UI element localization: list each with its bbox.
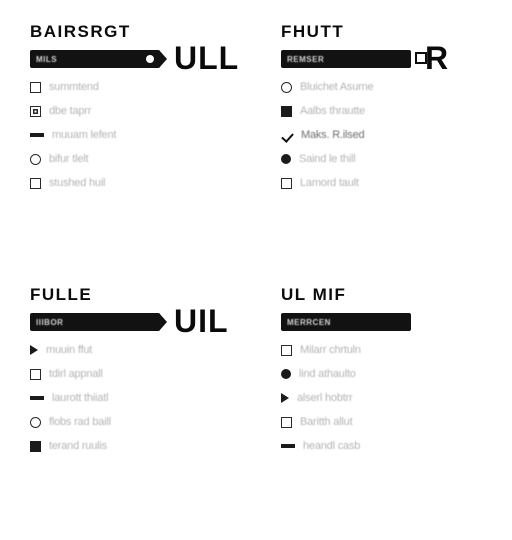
checkbox-empty-icon — [281, 417, 292, 428]
panel-list-column: BAIRSRGT mils summtend dbe taprr muuam l… — [30, 22, 160, 192]
panel-list-column: FULLE iiibor muuin ffut tdirl appnall la… — [30, 285, 160, 455]
option-list: Milarr chrtuln lind athaulto alserl hobt… — [281, 341, 411, 455]
bullet-dot-icon — [281, 369, 291, 379]
list-item-label: tdirl appnall — [49, 368, 103, 380]
dot-icon — [146, 55, 154, 63]
list-item-label: alserl hobtrr — [297, 392, 352, 404]
panel-big-label: UIL — [174, 305, 229, 337]
list-item[interactable]: Milarr chrtuln — [281, 341, 411, 359]
panel-title: BAIRSRGT — [30, 22, 160, 42]
section-bar-label: mils — [36, 55, 57, 64]
panel-bottom-left: FULLE iiibor muuin ffut tdirl appnall la… — [30, 285, 271, 540]
list-item[interactable]: laurott thiiatl — [30, 389, 160, 407]
dash-icon — [281, 444, 295, 448]
dash-icon — [30, 396, 44, 400]
list-item[interactable]: Saind le thill — [281, 150, 411, 168]
list-item[interactable]: alserl hobtrr — [281, 389, 411, 407]
list-item-label: Aalbs thrautte — [300, 105, 365, 117]
radio-empty-icon — [30, 417, 41, 428]
panel-title: FHUTT — [281, 22, 411, 42]
chevron-right-icon — [159, 50, 167, 68]
panel-top-right: FHUTT remser Bluichet Asurne Aalbs thrau… — [281, 22, 512, 277]
checkbox-filled-icon — [281, 106, 292, 117]
panel-big-label: ULL — [174, 42, 239, 74]
list-item[interactable]: terand ruulis — [30, 437, 160, 455]
list-item[interactable]: heandl casb — [281, 437, 411, 455]
list-item-label: Lamord tault — [300, 177, 359, 189]
list-item[interactable]: summtend — [30, 78, 160, 96]
list-item[interactable]: bifur tlelt — [30, 150, 160, 168]
list-item-label: heandl casb — [303, 440, 360, 452]
section-bar[interactable]: mils — [30, 50, 160, 68]
list-item[interactable]: lind athaulto — [281, 365, 411, 383]
option-list: muuin ffut tdirl appnall laurott thiiatl… — [30, 341, 160, 455]
list-item-label: summtend — [49, 81, 99, 93]
dash-icon — [30, 133, 44, 137]
radio-empty-icon — [30, 154, 41, 165]
checkbox-filled-icon — [30, 441, 41, 452]
checkbox-empty-icon — [281, 178, 292, 189]
radio-empty-icon — [281, 82, 292, 93]
list-item[interactable]: tdirl appnall — [30, 365, 160, 383]
checkbox-empty-icon — [30, 369, 41, 380]
list-item-label: muuin ffut — [46, 344, 92, 356]
panels-grid: BAIRSRGT mils summtend dbe taprr muuam l… — [0, 0, 512, 540]
list-item-label: Saind le thill — [299, 153, 356, 165]
checkbox-nested-icon — [30, 106, 41, 117]
section-bar-label: iiibor — [36, 318, 63, 327]
square-icon — [415, 52, 427, 64]
section-bar-label: remser — [287, 55, 324, 64]
list-item[interactable]: Maks. R.ilsed — [281, 126, 411, 144]
list-item[interactable]: muuin ffut — [30, 341, 160, 359]
panel-big-label: R — [425, 42, 449, 74]
list-item[interactable]: flobs rad baill — [30, 413, 160, 431]
list-item-label: bifur tlelt — [49, 153, 88, 165]
section-bar[interactable]: iiibor — [30, 313, 160, 331]
checkbox-empty-icon — [281, 345, 292, 356]
section-bar[interactable]: merrcen — [281, 313, 411, 331]
list-item-label: laurott thiiatl — [52, 392, 108, 404]
panel-bottom-right: UL MIF merrcen Milarr chrtuln lind athau… — [281, 285, 512, 540]
panel-title: UL MIF — [281, 285, 411, 305]
list-item[interactable]: Baritth allut — [281, 413, 411, 431]
list-item[interactable]: Lamord tault — [281, 174, 411, 192]
panel-top-left: BAIRSRGT mils summtend dbe taprr muuam l… — [30, 22, 271, 277]
list-item-label: stushed huil — [49, 177, 105, 189]
list-item[interactable]: muuam lefent — [30, 126, 160, 144]
option-list: summtend dbe taprr muuam lefent bifur tl… — [30, 78, 160, 192]
list-item-label: muuam lefent — [52, 129, 116, 141]
list-item-label: Milarr chrtuln — [300, 344, 361, 356]
checkbox-empty-icon — [30, 178, 41, 189]
panel-list-column: FHUTT remser Bluichet Asurne Aalbs thrau… — [281, 22, 411, 192]
list-item[interactable]: Bluichet Asurne — [281, 78, 411, 96]
checkbox-empty-icon — [30, 82, 41, 93]
panel-list-column: UL MIF merrcen Milarr chrtuln lind athau… — [281, 285, 411, 455]
panel-title: FULLE — [30, 285, 160, 305]
section-bar[interactable]: remser — [281, 50, 411, 68]
list-item-label: Bluichet Asurne — [300, 81, 373, 93]
check-icon — [281, 129, 293, 141]
chevron-right-icon — [159, 313, 167, 331]
list-item[interactable]: Aalbs thrautte — [281, 102, 411, 120]
list-item-label: Baritth allut — [300, 416, 352, 428]
option-list: Bluichet Asurne Aalbs thrautte Maks. R.i… — [281, 78, 411, 192]
bullet-dot-icon — [281, 154, 291, 164]
list-item-label: flobs rad baill — [49, 416, 111, 428]
list-item-label: dbe taprr — [49, 105, 91, 117]
caret-right-icon — [281, 393, 289, 403]
list-item-label: lind athaulto — [299, 368, 356, 380]
caret-right-icon — [30, 345, 38, 355]
list-item-label: terand ruulis — [49, 440, 107, 452]
list-item-label: Maks. R.ilsed — [301, 129, 364, 141]
section-bar-label: merrcen — [287, 318, 331, 327]
list-item[interactable]: stushed huil — [30, 174, 160, 192]
list-item[interactable]: dbe taprr — [30, 102, 160, 120]
